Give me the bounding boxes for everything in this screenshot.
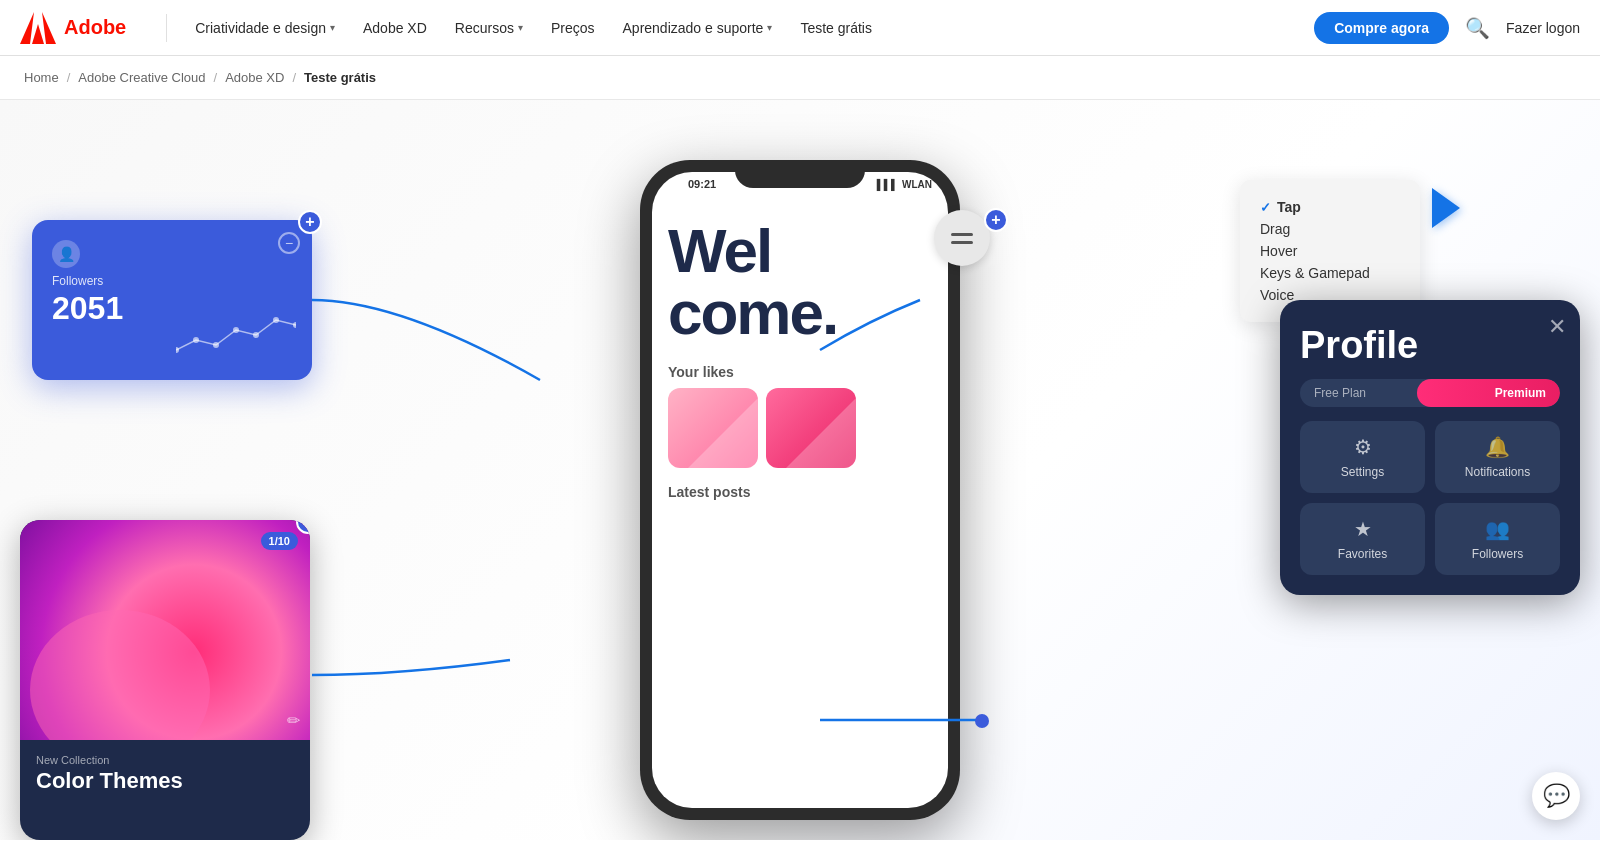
followers-cell-icon: 👥 xyxy=(1485,517,1510,541)
like-card-1 xyxy=(668,388,758,468)
chat-icon: 💬 xyxy=(1543,783,1570,809)
nav-right: Compre agora 🔍 Fazer logon xyxy=(1314,12,1580,44)
your-likes-label: Your likes xyxy=(668,364,932,380)
followers-avatar-icon: 👤 xyxy=(52,240,80,268)
nav-item-teste[interactable]: Teste grátis xyxy=(788,12,884,44)
phone-time: 09:21 xyxy=(688,178,716,190)
svg-point-5 xyxy=(273,317,279,323)
breadcrumb-current: Teste grátis xyxy=(304,70,376,85)
dropdown-item-drag[interactable]: Drag xyxy=(1260,218,1400,240)
phone-mockup: 09:21 ▌▌▌ WLAN Welcome. Your likes xyxy=(640,160,960,840)
svg-point-4 xyxy=(253,332,259,338)
notifications-cell[interactable]: 🔔 Notifications xyxy=(1435,421,1560,493)
themes-body: New Collection Color Themes xyxy=(20,740,310,808)
search-icon[interactable]: 🔍 xyxy=(1465,16,1490,40)
adobe-wordmark: Adobe xyxy=(64,16,126,39)
breadcrumb-sep: / xyxy=(214,70,218,85)
favorites-cell[interactable]: ★ Favorites xyxy=(1300,503,1425,575)
phone-status-icons: ▌▌▌ WLAN xyxy=(877,179,932,190)
logo[interactable]: Adobe xyxy=(20,10,126,46)
nav-item-precos[interactable]: Preços xyxy=(539,12,607,44)
chevron-down-icon: ▾ xyxy=(330,22,335,33)
breadcrumb: Home / Adobe Creative Cloud / Adobe XD /… xyxy=(0,56,1600,100)
premium-label: Premium xyxy=(1495,386,1546,400)
profile-grid: ⚙ Settings 🔔 Notifications ★ Favorites 👥… xyxy=(1300,421,1560,575)
hero-section: ⚡ − + 👤 Followers 2051 1/10 ✏ + xyxy=(0,100,1600,840)
phone-screen: 09:21 ▌▌▌ WLAN Welcome. Your likes xyxy=(652,172,948,808)
nav-items: Criatividade e design ▾ Adobe XD Recurso… xyxy=(183,12,1314,44)
dropdown-item-tap[interactable]: ✓ Tap xyxy=(1260,196,1400,218)
nav-item-creativity[interactable]: Criatividade e design ▾ xyxy=(183,12,347,44)
connector-dot xyxy=(975,714,989,728)
favorites-label: Favorites xyxy=(1338,547,1387,561)
nav-item-recursos[interactable]: Recursos ▾ xyxy=(443,12,535,44)
settings-cell[interactable]: ⚙ Settings xyxy=(1300,421,1425,493)
buy-button[interactable]: Compre agora xyxy=(1314,12,1449,44)
nav-separator xyxy=(166,14,167,42)
phone-plus-button[interactable]: + xyxy=(984,208,1008,232)
settings-label: Settings xyxy=(1341,465,1384,479)
color-themes-card: 1/10 ✏ + New Collection Color Themes xyxy=(20,520,310,840)
nav-item-adobexd[interactable]: Adobe XD xyxy=(351,12,439,44)
breadcrumb-sep: / xyxy=(67,70,71,85)
breadcrumb-creative-cloud[interactable]: Adobe Creative Cloud xyxy=(78,70,205,85)
breadcrumb-sep: / xyxy=(292,70,296,85)
adobe-logo-icon xyxy=(20,10,56,46)
profile-title: Profile xyxy=(1300,324,1560,367)
breadcrumb-adobe-xd[interactable]: Adobe XD xyxy=(225,70,284,85)
favorites-icon: ★ xyxy=(1354,517,1372,541)
latest-posts-label: Latest posts xyxy=(668,484,932,500)
card-triangle xyxy=(786,398,856,468)
likes-grid xyxy=(668,388,932,468)
wifi-label: WLAN xyxy=(902,179,932,190)
breadcrumb-home[interactable]: Home xyxy=(24,70,59,85)
svg-point-2 xyxy=(213,342,219,348)
notifications-icon: 🔔 xyxy=(1485,435,1510,459)
chat-bubble-button[interactable]: 💬 xyxy=(1532,772,1580,820)
profile-panel: ✕ Profile Free Plan Premium ⚙ Settings 🔔… xyxy=(1280,300,1580,595)
themes-sublabel: New Collection xyxy=(36,754,294,766)
card-triangle xyxy=(688,398,758,468)
like-card-2 xyxy=(766,388,856,468)
hamburger-line xyxy=(951,241,973,244)
svg-point-1 xyxy=(193,337,199,343)
plan-track: Free Plan Premium xyxy=(1300,379,1560,407)
themes-decoration xyxy=(20,520,310,740)
followers-cell-label: Followers xyxy=(1472,547,1523,561)
settings-icon: ⚙ xyxy=(1354,435,1372,459)
plan-bar: Free Plan Premium xyxy=(1300,379,1560,407)
hamburger-button[interactable] xyxy=(934,210,990,266)
followers-card: − + 👤 Followers 2051 xyxy=(32,220,312,380)
nav-item-aprendizado[interactable]: Aprendizado e suporte ▾ xyxy=(611,12,785,44)
followers-label: Followers xyxy=(52,274,292,288)
dropdown-item-hover[interactable]: Hover xyxy=(1260,240,1400,262)
sparkline-chart xyxy=(176,310,296,360)
followers-minus-button[interactable]: − xyxy=(278,232,300,254)
phone-notch xyxy=(735,160,865,188)
followers-cell[interactable]: 👥 Followers xyxy=(1435,503,1560,575)
dropdown-item-keys[interactable]: Keys & Gamepad xyxy=(1260,262,1400,284)
themes-title: Color Themes xyxy=(36,768,294,794)
blue-arrow-icon xyxy=(1432,188,1460,228)
profile-close-button[interactable]: ✕ xyxy=(1548,314,1566,340)
navigation: Adobe Criatividade e design ▾ Adobe XD R… xyxy=(0,0,1600,56)
chevron-down-icon: ▾ xyxy=(767,22,772,33)
login-link[interactable]: Fazer logon xyxy=(1506,20,1580,36)
check-icon: ✓ xyxy=(1260,200,1271,215)
hamburger-line xyxy=(951,233,973,236)
phone-content: Welcome. Your likes Latest posts xyxy=(652,220,948,500)
notifications-label: Notifications xyxy=(1465,465,1530,479)
free-plan-label: Free Plan xyxy=(1314,386,1366,400)
chevron-down-icon: ▾ xyxy=(518,22,523,33)
svg-point-6 xyxy=(293,322,296,328)
phone-frame: 09:21 ▌▌▌ WLAN Welcome. Your likes xyxy=(640,160,960,820)
followers-plus-button[interactable]: + xyxy=(298,210,322,234)
svg-point-3 xyxy=(233,327,239,333)
welcome-text: Welcome. xyxy=(668,220,932,344)
themes-image: 1/10 ✏ + xyxy=(20,520,310,740)
svg-point-7 xyxy=(30,610,210,740)
signal-icon: ▌▌▌ xyxy=(877,179,898,190)
